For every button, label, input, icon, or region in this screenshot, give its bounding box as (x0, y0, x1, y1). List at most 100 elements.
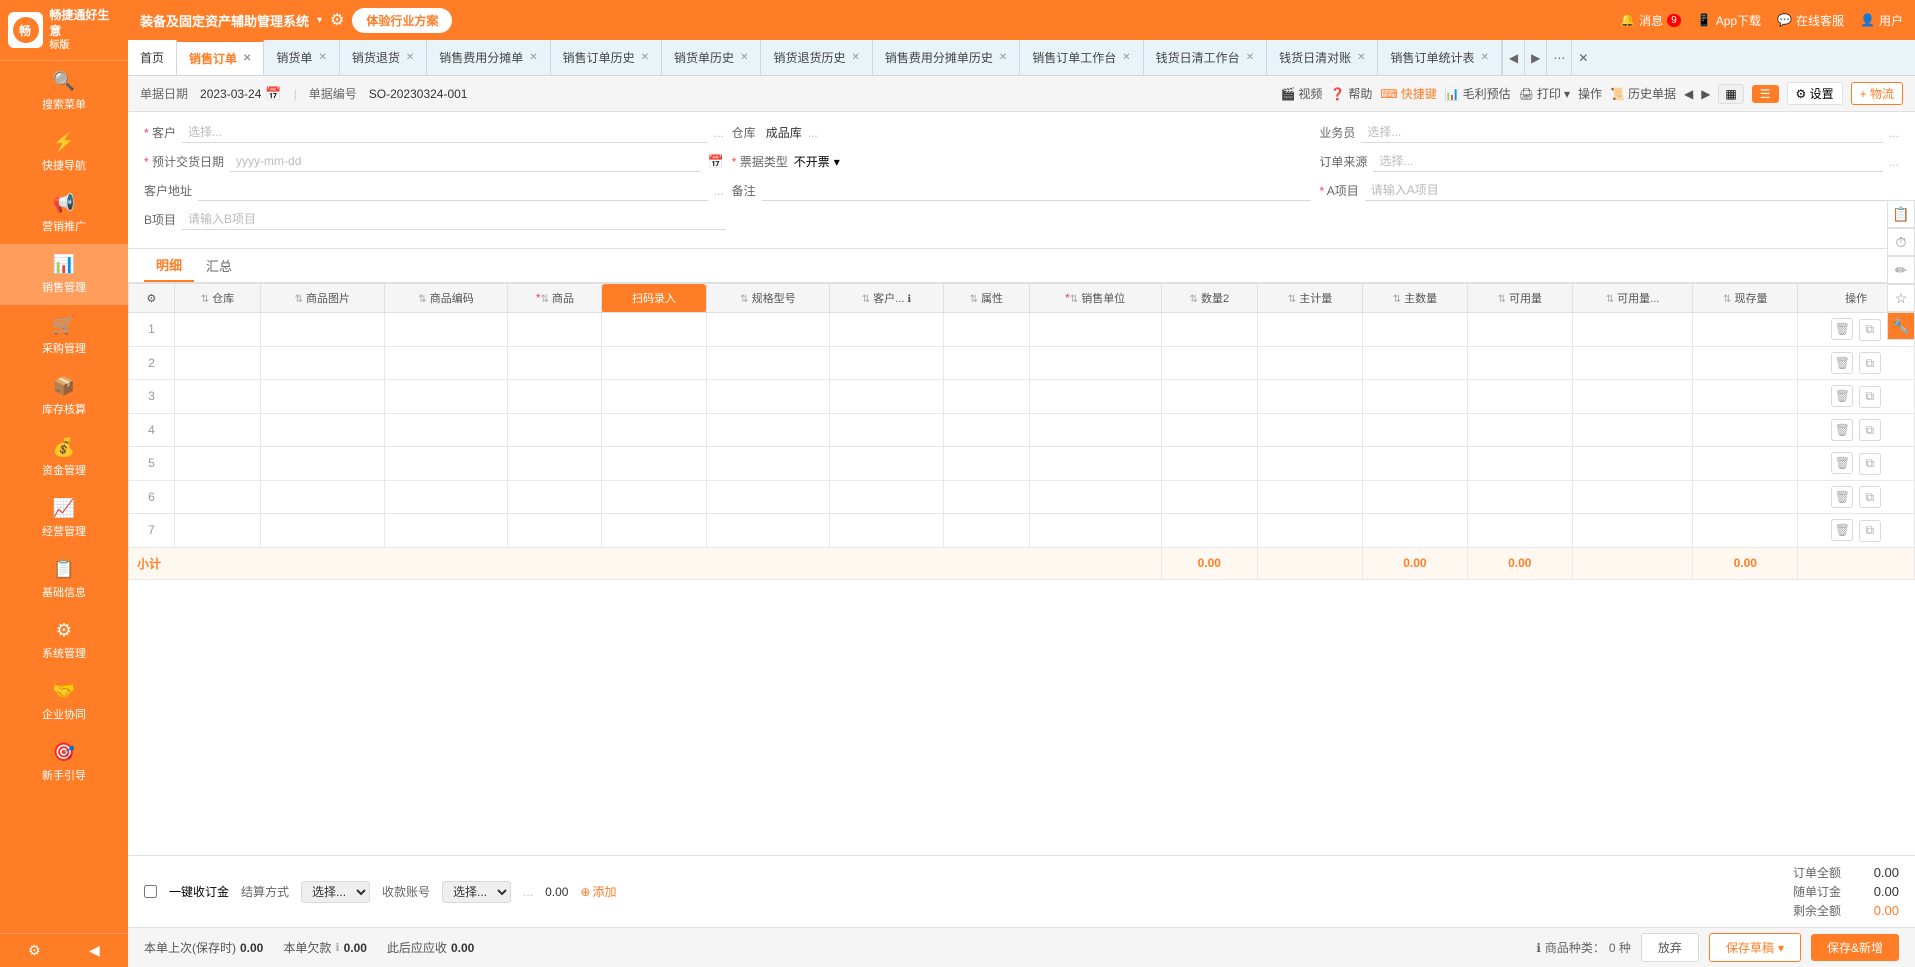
row-main-unit-5[interactable] (1258, 447, 1363, 481)
row-scan-5[interactable] (602, 447, 706, 481)
delivery-input[interactable] (230, 151, 701, 172)
row-customer-code-4[interactable] (830, 413, 943, 447)
row-delete-7[interactable]: 🗑 (1831, 519, 1853, 541)
tab-daily-reconcile[interactable]: 钱货日清对账✕ (1267, 40, 1378, 76)
print-dropdown-icon[interactable]: ▾ (1564, 87, 1570, 101)
row-attr-1[interactable] (943, 313, 1029, 347)
row-unit-3[interactable] (1029, 380, 1161, 414)
row-stock-5[interactable] (1693, 447, 1798, 481)
account-dots[interactable]: ... (523, 885, 533, 899)
row-unit-1[interactable] (1029, 313, 1161, 347)
row-attr-4[interactable] (943, 413, 1029, 447)
row-unit-5[interactable] (1029, 447, 1161, 481)
row-product-7[interactable] (508, 514, 602, 548)
tab-expense-history-close[interactable]: ✕ (999, 52, 1007, 63)
row-stock-1[interactable] (1693, 313, 1798, 347)
row-copy-3[interactable]: ⧉ (1859, 386, 1881, 408)
row-unit-7[interactable] (1029, 514, 1161, 548)
row-unit-2[interactable] (1029, 346, 1161, 380)
row-copy-5[interactable]: ⧉ (1859, 453, 1881, 475)
discard-button[interactable]: 放弃 (1641, 933, 1699, 962)
list-view-btn[interactable]: ☰ (1752, 85, 1779, 103)
add-payment-btn[interactable]: ⊕ 添加 (580, 883, 616, 900)
row-image-5[interactable] (261, 447, 385, 481)
warehouse-dots[interactable]: ... (808, 126, 818, 140)
row-product-5[interactable] (508, 447, 602, 481)
sidebar-collapse-btn[interactable]: ◀ (89, 942, 100, 959)
row-available-5[interactable] (1467, 447, 1572, 481)
row-spec-6[interactable] (706, 480, 830, 514)
row-image-1[interactable] (261, 313, 385, 347)
row-warehouse-4[interactable] (174, 413, 260, 447)
tab-daily-reconcile-close[interactable]: ✕ (1357, 52, 1365, 63)
address-input[interactable] (198, 180, 708, 201)
sidebar-item-10[interactable]: 🤝企业协同 (0, 671, 128, 732)
tab-return-history-close[interactable]: ✕ (851, 52, 859, 63)
row-image-7[interactable] (261, 514, 385, 548)
topbar-gear-icon[interactable]: ⚙ (330, 10, 344, 30)
tab-daily-workbench[interactable]: 钱货日清工作台✕ (1144, 40, 1267, 76)
row-customer-code-6[interactable] (830, 480, 943, 514)
row-qty2-1[interactable] (1161, 313, 1258, 347)
history-btn[interactable]: 📜 历史单据 (1610, 85, 1676, 102)
tab-expense-split-close[interactable]: ✕ (529, 52, 537, 63)
th-product[interactable]: *⇅ 商品 (508, 284, 602, 313)
right-float-tool[interactable]: 🔧 (1887, 312, 1915, 340)
row-customer-code-2[interactable] (830, 346, 943, 380)
sidebar-item-4[interactable]: 🛒采购管理 (0, 305, 128, 366)
th-spec[interactable]: ⇅ 规格型号 (706, 284, 830, 313)
row-qty2-3[interactable] (1161, 380, 1258, 414)
tab-order-history-close[interactable]: ✕ (641, 52, 649, 63)
calendar-icon[interactable]: 📅 (265, 86, 281, 102)
row-customer-code-3[interactable] (830, 380, 943, 414)
tab-sales-return-close[interactable]: ✕ (406, 52, 414, 63)
row-scan-2[interactable] (602, 346, 706, 380)
row-image-2[interactable] (261, 346, 385, 380)
order-source-dots[interactable]: ... (1889, 155, 1899, 169)
sidebar-item-9[interactable]: ⚙系统管理 (0, 610, 128, 671)
th-warehouse[interactable]: ⇅ 仓库 (174, 284, 260, 313)
row-main-qty-1[interactable] (1362, 313, 1467, 347)
row-stock-4[interactable] (1693, 413, 1798, 447)
th-main-unit[interactable]: ⇅ 主计量 (1258, 284, 1363, 313)
row-code-6[interactable] (384, 480, 508, 514)
th-settings[interactable]: ⚙ (129, 284, 175, 313)
tab-order-stats[interactable]: 销售订单统计表✕ (1378, 40, 1501, 76)
row-stock-6[interactable] (1693, 480, 1798, 514)
row-stock-2[interactable] (1693, 346, 1798, 380)
row-available2-3[interactable] (1572, 380, 1693, 414)
row-main-unit-6[interactable] (1258, 480, 1363, 514)
topbar-dropdown-arrow[interactable]: ▾ (317, 15, 322, 26)
row-warehouse-1[interactable] (174, 313, 260, 347)
row-available-1[interactable] (1467, 313, 1572, 347)
salesperson-dots[interactable]: ... (1889, 126, 1899, 140)
row-delete-4[interactable]: 🗑 (1831, 419, 1853, 441)
sidebar-item-2[interactable]: 📢营销推广 (0, 183, 128, 244)
row-available-7[interactable] (1467, 514, 1572, 548)
customer-input[interactable] (182, 122, 708, 143)
row-attr-3[interactable] (943, 380, 1029, 414)
operation-btn[interactable]: 操作 (1578, 85, 1602, 102)
delivery-calendar-icon[interactable]: 📅 (707, 154, 723, 170)
sidebar-item-3[interactable]: 📊销售管理 (0, 244, 128, 305)
save-new-button[interactable]: 保存&新增 (1811, 934, 1899, 961)
address-dots[interactable]: ... (714, 184, 724, 198)
sidebar-item-6[interactable]: 💰资金管理 (0, 427, 128, 488)
sidebar-item-0[interactable]: 🔍搜索菜单 (0, 61, 128, 122)
row-attr-5[interactable] (943, 447, 1029, 481)
row-spec-5[interactable] (706, 447, 830, 481)
row-copy-1[interactable]: ⧉ (1859, 319, 1881, 341)
row-main-qty-5[interactable] (1362, 447, 1467, 481)
tab-more[interactable]: ⋯ (1546, 40, 1571, 76)
right-float-clock[interactable]: ⏱ (1887, 228, 1915, 256)
shortcut-btn[interactable]: ⌨ 快捷键 (1380, 85, 1436, 102)
row-scan-3[interactable] (602, 380, 706, 414)
view-btn[interactable]: 🎬 视频 (1280, 85, 1322, 102)
row-main-qty-3[interactable] (1362, 380, 1467, 414)
row-available2-6[interactable] (1572, 480, 1693, 514)
sidebar-item-8[interactable]: 📋基础信息 (0, 549, 128, 610)
tab-order-workbench-close[interactable]: ✕ (1122, 52, 1130, 63)
tab-nav-next[interactable]: ▶ (1524, 40, 1546, 76)
row-main-unit-7[interactable] (1258, 514, 1363, 548)
tab-sales-bill-close[interactable]: ✕ (318, 52, 326, 63)
